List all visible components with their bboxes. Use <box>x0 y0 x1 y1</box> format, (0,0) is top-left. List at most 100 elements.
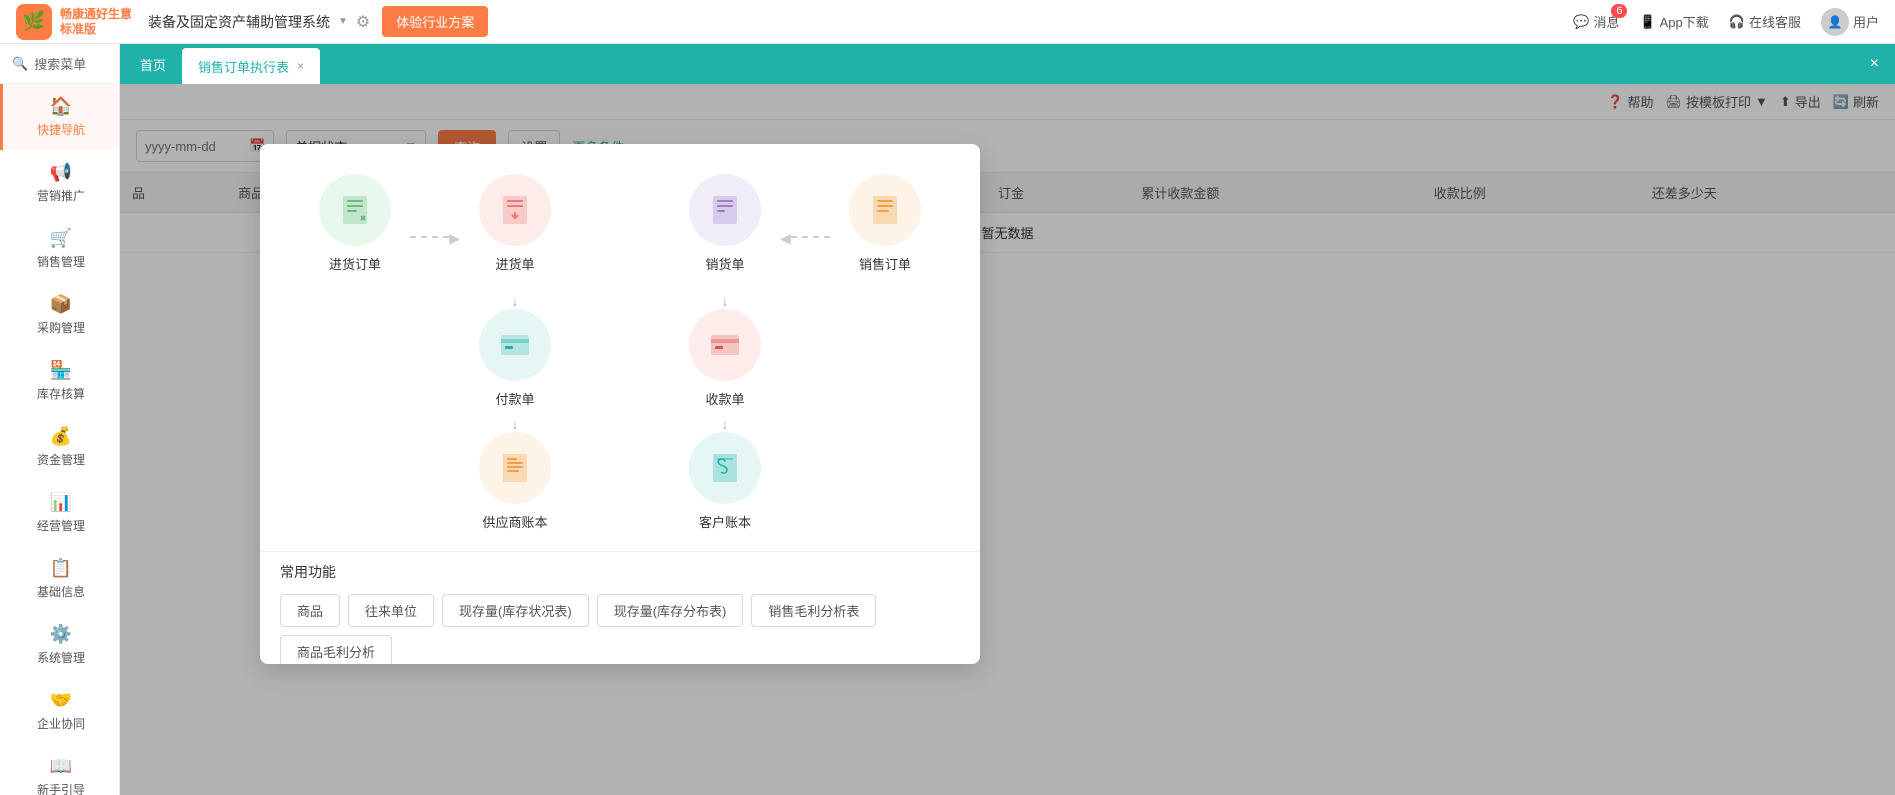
sidebar-item-label: 营销推广 <box>37 187 85 204</box>
marketing-icon: 📢 <box>50 162 72 183</box>
sidebar-item-label: 资金管理 <box>37 451 85 468</box>
basic-icon: 📋 <box>50 558 72 579</box>
main-layout: 🔍 搜索菜单 🏠 快捷导航 📢 营销推广 🛒 销售管理 📦 采购管理 🏪 <box>0 44 1895 795</box>
message-button[interactable]: 💬 消息 6 <box>1573 12 1619 31</box>
common-functions: 常用功能 商品 往来单位 现存量(库存状况表) 现存量(库存分布表) 销售毛利分… <box>260 551 980 664</box>
sidebar-item-inventory[interactable]: 🏪 库存核算 <box>0 348 119 414</box>
common-functions-title: 常用功能 <box>280 562 960 582</box>
system-title: 装备及固定资产辅助管理系统 <box>148 12 330 32</box>
flow-row-1: 进货订单 ▶ <box>300 174 940 273</box>
func-stock-dist[interactable]: 现存量(库存分布表) <box>597 594 744 627</box>
flow-row-3: 供应商账本 <box>300 432 940 531</box>
sidebar-item-sales[interactable]: 🛒 销售管理 <box>0 216 119 282</box>
avatar: 👤 <box>1821 8 1849 36</box>
tab-sales-order[interactable]: 销售订单执行表 × <box>182 48 320 84</box>
app-container: 🌿 畅康通好生意 标准版 装备及固定资产辅助管理系统 ▼ ⚙ 体验行业方案 💬 … <box>0 0 1895 795</box>
user-menu[interactable]: 👤 用户 <box>1821 8 1879 36</box>
sales-icon: 🛒 <box>50 228 72 249</box>
flow-row-2: 付款单 <box>300 309 940 408</box>
operations-icon: 📊 <box>50 492 72 513</box>
system-title-area: 装备及固定资产辅助管理系统 ▼ ⚙ <box>148 12 370 32</box>
app-download-button[interactable]: 📱 App下载 <box>1639 12 1708 31</box>
search-menu[interactable]: 🔍 搜索菜单 <box>0 44 119 84</box>
sidebar-item-system[interactable]: ⚙️ 系统管理 <box>0 612 119 678</box>
sidebar-item-label: 企业协同 <box>37 715 85 732</box>
supplier-ledger-label: 供应商账本 <box>482 512 547 531</box>
sidebar-item-collab[interactable]: 🤝 企业协同 <box>0 678 119 744</box>
payment-label: 付款单 <box>495 389 534 408</box>
sidebar-item-label: 基础信息 <box>37 583 85 600</box>
message-icon: 💬 <box>1573 14 1589 30</box>
flow-node-payment[interactable]: 付款单 <box>460 309 570 408</box>
func-counterpart[interactable]: 往来单位 <box>348 594 434 627</box>
sidebar-item-label: 新手引导 <box>37 781 85 795</box>
purchase-order-label: 进货订单 <box>329 254 381 273</box>
flow-node-customer-ledger[interactable]: 客户账本 <box>670 432 780 531</box>
popup: 进货订单 ▶ <box>260 144 980 664</box>
trial-button[interactable]: 体验行业方案 <box>382 6 488 37</box>
logo-area: 🌿 畅康通好生意 标准版 <box>16 4 136 40</box>
flow-node-sales-order[interactable]: 销售订单 <box>830 174 940 273</box>
flow-node-sales-bill[interactable]: 销货单 <box>670 174 780 273</box>
service-icon: 🎧 <box>1729 14 1745 30</box>
sidebar-item-marketing[interactable]: 📢 营销推广 <box>0 150 119 216</box>
sidebar-item-label: 系统管理 <box>37 649 85 666</box>
popup-overlay: 进货订单 ▶ <box>120 84 1895 795</box>
func-sales-margin[interactable]: 销售毛利分析表 <box>751 594 876 627</box>
search-icon: 🔍 <box>12 56 28 72</box>
flow-node-supplier-ledger[interactable]: 供应商账本 <box>460 432 570 531</box>
sidebar-item-label: 快捷导航 <box>37 121 85 138</box>
close-all-tabs-button[interactable]: × <box>1858 55 1891 73</box>
purchase-order-circle <box>319 174 391 246</box>
settings-icon[interactable]: ⚙ <box>356 12 370 32</box>
flow-node-receipt[interactable]: 收款单 <box>670 309 780 408</box>
customer-ledger-circle <box>689 432 761 504</box>
online-service-button[interactable]: 🎧 在线客服 <box>1729 12 1801 31</box>
sidebar-item-quick[interactable]: 🏠 快捷导航 <box>0 84 119 150</box>
purchase-bill-label: 进货单 <box>495 254 534 273</box>
sidebar-item-label: 销售管理 <box>37 253 85 270</box>
logo-icon: 🌿 <box>16 4 52 40</box>
sales-bill-label: 销货单 <box>705 254 744 273</box>
logo-text: 畅康通好生意 标准版 <box>60 7 132 36</box>
sidebar-item-guide[interactable]: 📖 新手引导 <box>0 744 119 795</box>
sidebar-item-purchase[interactable]: 📦 采购管理 <box>0 282 119 348</box>
supplier-ledger-circle <box>479 432 551 504</box>
content-area: 首页 销售订单执行表 × × ❓ 帮助 <box>120 44 1895 795</box>
sales-bill-circle <box>689 174 761 246</box>
sidebar-item-label: 库存核算 <box>37 385 85 402</box>
top-bar-right: 💬 消息 6 📱 App下载 🎧 在线客服 👤 用户 <box>1573 8 1879 36</box>
flow-row-arrows: ↓ ↓ <box>300 293 940 309</box>
message-badge: 6 <box>1611 4 1627 18</box>
tab-close-icon[interactable]: × <box>297 59 304 73</box>
inventory-icon: 🏪 <box>50 360 72 381</box>
tab-home[interactable]: 首页 <box>124 44 182 84</box>
flow-node-purchase-bill[interactable]: 进货单 <box>460 174 570 273</box>
collab-icon: 🤝 <box>50 690 72 711</box>
receipt-label: 收款单 <box>705 389 744 408</box>
sales-order-circle <box>849 174 921 246</box>
dropdown-arrow-icon[interactable]: ▼ <box>338 16 348 27</box>
flow-node-purchase-order[interactable]: 进货订单 <box>300 174 410 273</box>
sidebar: 🔍 搜索菜单 🏠 快捷导航 📢 营销推广 🛒 销售管理 📦 采购管理 🏪 <box>0 44 120 795</box>
top-bar: 🌿 畅康通好生意 标准版 装备及固定资产辅助管理系统 ▼ ⚙ 体验行业方案 💬 … <box>0 0 1895 44</box>
download-icon: 📱 <box>1639 14 1655 30</box>
system-icon: ⚙️ <box>50 624 72 645</box>
func-product[interactable]: 商品 <box>280 594 340 627</box>
tabs-bar: 首页 销售订单执行表 × × <box>120 44 1895 84</box>
guide-icon: 📖 <box>50 756 72 777</box>
sidebar-item-basic[interactable]: 📋 基础信息 <box>0 546 119 612</box>
purchase-icon: 📦 <box>50 294 72 315</box>
sidebar-item-finance[interactable]: 💰 资金管理 <box>0 414 119 480</box>
home-icon: 🏠 <box>50 96 72 117</box>
func-product-margin[interactable]: 商品毛利分析 <box>280 635 392 664</box>
sidebar-item-label: 经营管理 <box>37 517 85 534</box>
sidebar-item-label: 采购管理 <box>37 319 85 336</box>
finance-icon: 💰 <box>50 426 72 447</box>
sidebar-item-operations[interactable]: 📊 经营管理 <box>0 480 119 546</box>
flow-area: 进货订单 ▶ <box>260 144 980 551</box>
customer-ledger-label: 客户账本 <box>699 512 751 531</box>
top-bar-left: 🌿 畅康通好生意 标准版 装备及固定资产辅助管理系统 ▼ ⚙ 体验行业方案 <box>16 4 488 40</box>
purchase-bill-circle <box>479 174 551 246</box>
func-stock-status[interactable]: 现存量(库存状况表) <box>442 594 589 627</box>
